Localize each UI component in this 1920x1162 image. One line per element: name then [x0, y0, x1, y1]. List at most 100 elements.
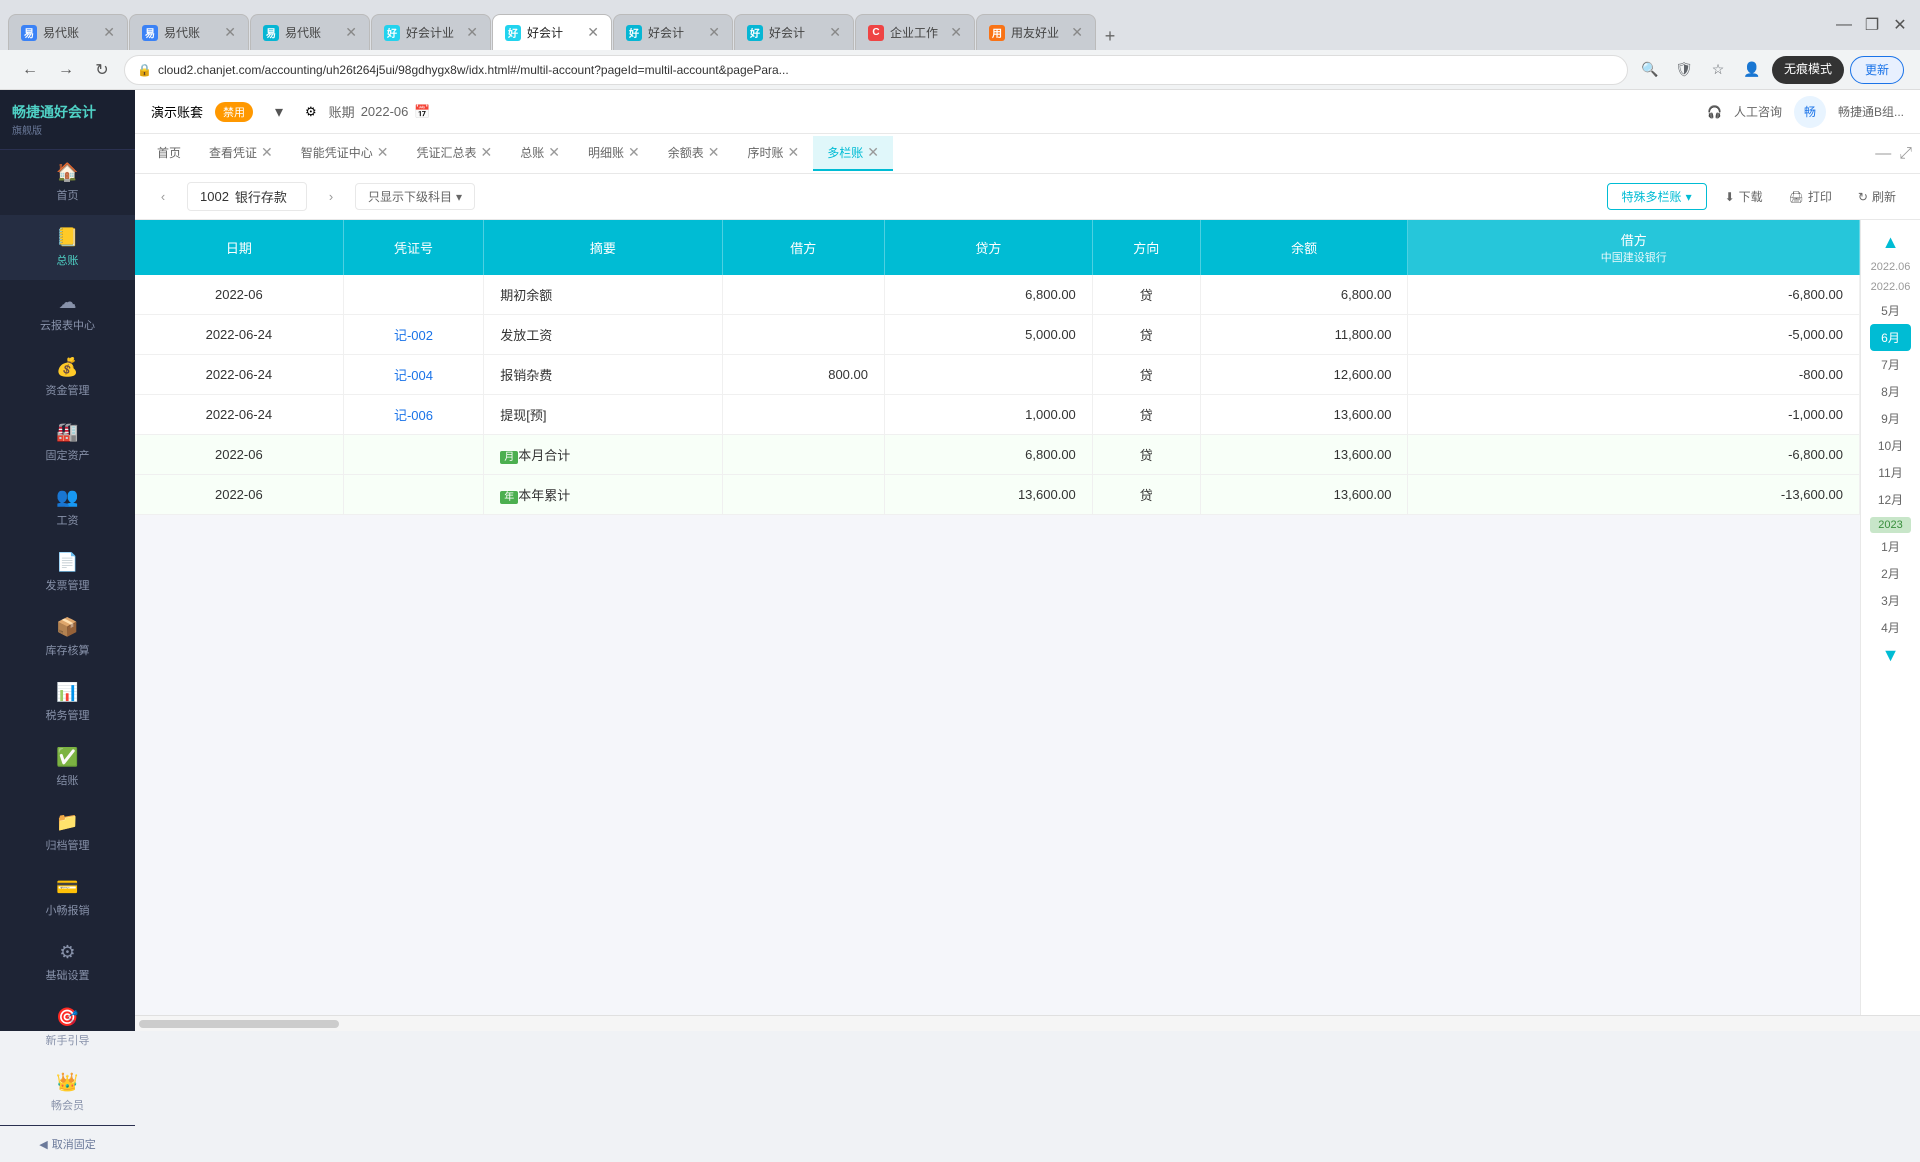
tab-close-button[interactable]: ✕ [708, 24, 720, 41]
ai-consult-label[interactable]: 人工咨询 [1734, 103, 1782, 120]
sidebar-item-home[interactable]: 🏠 首页 [0, 150, 135, 215]
reload-button[interactable]: ↻ [88, 56, 116, 84]
browser-tab-2[interactable]: 易 易代账 ✕ [129, 14, 249, 50]
sidebar-item-salary[interactable]: 👥 工资 [0, 475, 135, 540]
scroll-thumb[interactable] [139, 1020, 339, 1028]
timeline-month-2023-2月[interactable]: 2月 [1873, 560, 1908, 587]
tag-dropdown-icon[interactable]: ▾ [265, 98, 293, 126]
sidebar-item-fund-mgmt[interactable]: 💰 资金管理 [0, 345, 135, 410]
stealth-mode-button[interactable]: 无痕模式 [1772, 56, 1844, 84]
sidebar-item-tax-mgmt[interactable]: 📊 税务管理 [0, 670, 135, 735]
timeline-month-2023-4月[interactable]: 4月 [1873, 614, 1908, 641]
content-tab-close-balance-sheet[interactable]: ✕ [708, 144, 720, 161]
settings-icon[interactable]: ⚙ [305, 104, 317, 120]
browser-tab-8[interactable]: C 企业工作 ✕ [855, 14, 975, 50]
content-tab-home[interactable]: 首页 [143, 136, 195, 171]
sidebar-item-invoice-mgmt[interactable]: 📄 发票管理 [0, 540, 135, 605]
sidebar-item-fixed-assets[interactable]: 🏭 固定资产 [0, 410, 135, 475]
top-header: 演示账套 禁用 ▾ ⚙ 账期 2022-06 📅 🎧 人工咨询 畅 畅捷通B组.… [135, 90, 1920, 134]
content-tab-close-smart-voucher[interactable]: ✕ [377, 144, 389, 161]
timeline-month-9月[interactable]: 9月 [1870, 405, 1911, 432]
tab-close-button[interactable]: ✕ [1071, 24, 1083, 41]
content-tab-sequence-ledger[interactable]: 序时账✕ [734, 136, 814, 171]
content-tab-voucher-summary[interactable]: 凭证汇总表✕ [403, 136, 507, 171]
content-tab-close-voucher-view[interactable]: ✕ [261, 144, 273, 161]
update-button[interactable]: 更新 [1850, 56, 1904, 84]
timeline-month-10月[interactable]: 10月 [1870, 432, 1911, 459]
shield-icon[interactable]: 🛡 [1670, 56, 1698, 84]
tab-close-button[interactable]: ✕ [345, 24, 357, 41]
filter-dropdown[interactable]: 只显示下级科目 ▾ [355, 183, 475, 210]
tab-close-button[interactable]: ✕ [224, 24, 236, 41]
sidebar-item-settlement[interactable]: ✅ 结账 [0, 735, 135, 800]
horizontal-scrollbar[interactable] [135, 1015, 1920, 1031]
voucher-link[interactable]: 记-006 [343, 395, 484, 435]
browser-tab-3[interactable]: 易 易代账 ✕ [250, 14, 370, 50]
timeline-month-11月[interactable]: 11月 [1870, 459, 1911, 486]
unpin-button[interactable]: ◀ 取消固定 [0, 1126, 135, 1162]
timeline-month-12月[interactable]: 12月 [1870, 486, 1911, 513]
print-button[interactable]: 🖨 打印 [1781, 184, 1840, 209]
tab-close-button[interactable]: ✕ [103, 24, 115, 41]
sidebar-item-cloud-report[interactable]: ☁ 云报表中心 [0, 280, 135, 345]
content-maximize-icon[interactable]: ⤢ [1899, 145, 1912, 163]
new-tab-button[interactable]: + [1096, 22, 1124, 50]
calendar-icon[interactable]: 📅 [414, 104, 430, 120]
sidebar-item-expense-report[interactable]: 💳 小畅报销 [0, 865, 135, 930]
browser-tab-6[interactable]: 好 好会计 ✕ [613, 14, 733, 50]
sidebar-label-fund-mgmt: 资金管理 [46, 382, 90, 398]
refresh-button[interactable]: ↻ 刷新 [1850, 184, 1904, 209]
browser-tab-5[interactable]: 好 好会计 ✕ [492, 14, 612, 50]
close-window-button[interactable]: ✕ [1888, 13, 1912, 37]
profile-icon[interactable]: 👤 [1738, 56, 1766, 84]
timeline-month-5月[interactable]: 5月 [1870, 297, 1911, 324]
sidebar-item-basic-settings[interactable]: ⚙ 基础设置 [0, 930, 135, 995]
sidebar-item-general-ledger[interactable]: 📒 总账 [0, 215, 135, 280]
content-tab-close-sequence-ledger[interactable]: ✕ [788, 144, 800, 161]
timeline-month-8月[interactable]: 8月 [1870, 378, 1911, 405]
timeline-month-6月[interactable]: 6月 [1870, 324, 1911, 351]
tab-close-button[interactable]: ✕ [466, 24, 478, 41]
content-tab-balance-sheet[interactable]: 余额表✕ [654, 136, 734, 171]
content-tab-close-detail-ledger[interactable]: ✕ [628, 144, 640, 161]
content-tab-multi-col-ledger[interactable]: 多栏账✕ [813, 136, 893, 171]
content-tab-detail-ledger[interactable]: 明细账✕ [574, 136, 654, 171]
tab-close-button[interactable]: ✕ [587, 24, 599, 41]
restore-window-button[interactable]: ❐ [1860, 13, 1884, 37]
content-tab-voucher-view[interactable]: 查看凭证✕ [195, 136, 287, 171]
sidebar-item-new-guide[interactable]: 🎯 新手引导 [0, 995, 135, 1060]
next-account-button[interactable]: › [319, 185, 343, 209]
forward-button[interactable]: → [52, 56, 80, 84]
back-button[interactable]: ← [16, 56, 44, 84]
timeline-month-2023-1月[interactable]: 1月 [1873, 533, 1908, 560]
content-tab-general-ledger[interactable]: 总账✕ [506, 136, 574, 171]
minimize-window-button[interactable]: — [1832, 13, 1856, 37]
content-tab-close-multi-col-ledger[interactable]: ✕ [867, 144, 879, 161]
sidebar-item-archive-mgmt[interactable]: 📁 归档管理 [0, 800, 135, 865]
browser-tab-1[interactable]: 易 易代账 ✕ [8, 14, 128, 50]
content-minimize-icon[interactable]: — [1875, 145, 1891, 163]
voucher-link[interactable]: 记-002 [343, 315, 484, 355]
prev-account-button[interactable]: ‹ [151, 185, 175, 209]
content-tab-close-general-ledger[interactable]: ✕ [548, 144, 560, 161]
timeline-month-2023-3月[interactable]: 3月 [1873, 587, 1908, 614]
star-icon[interactable]: ☆ [1704, 56, 1732, 84]
sidebar-item-inventory[interactable]: 📦 库存核算 [0, 605, 135, 670]
tab-close-button[interactable]: ✕ [950, 24, 962, 41]
browser-tab-4[interactable]: 好 好会计业 ✕ [371, 14, 491, 50]
multi-col-button[interactable]: 特殊多栏账 ▾ [1607, 183, 1707, 210]
tab-close-button[interactable]: ✕ [829, 24, 841, 41]
voucher-link[interactable]: 记-004 [343, 355, 484, 395]
search-icon[interactable]: 🔍 [1636, 56, 1664, 84]
sidebar-item-membership[interactable]: 👑 畅会员 [0, 1060, 135, 1125]
timeline-scroll-down-button[interactable]: ▼ [1878, 641, 1904, 670]
url-bar[interactable]: 🔒 cloud2.chanjet.com/accounting/uh26t264… [124, 55, 1628, 85]
user-avatar[interactable]: 畅 [1794, 96, 1826, 128]
timeline-month-7月[interactable]: 7月 [1870, 351, 1911, 378]
browser-tab-7[interactable]: 好 好会计 ✕ [734, 14, 854, 50]
timeline-scroll-up-button[interactable]: ▲ [1878, 228, 1904, 257]
browser-tab-9[interactable]: 用 用友好业 ✕ [976, 14, 1096, 50]
download-button[interactable]: ⬇ 下载 [1717, 184, 1771, 209]
content-tab-close-voucher-summary[interactable]: ✕ [481, 144, 493, 161]
content-tab-smart-voucher[interactable]: 智能凭证中心✕ [287, 136, 403, 171]
